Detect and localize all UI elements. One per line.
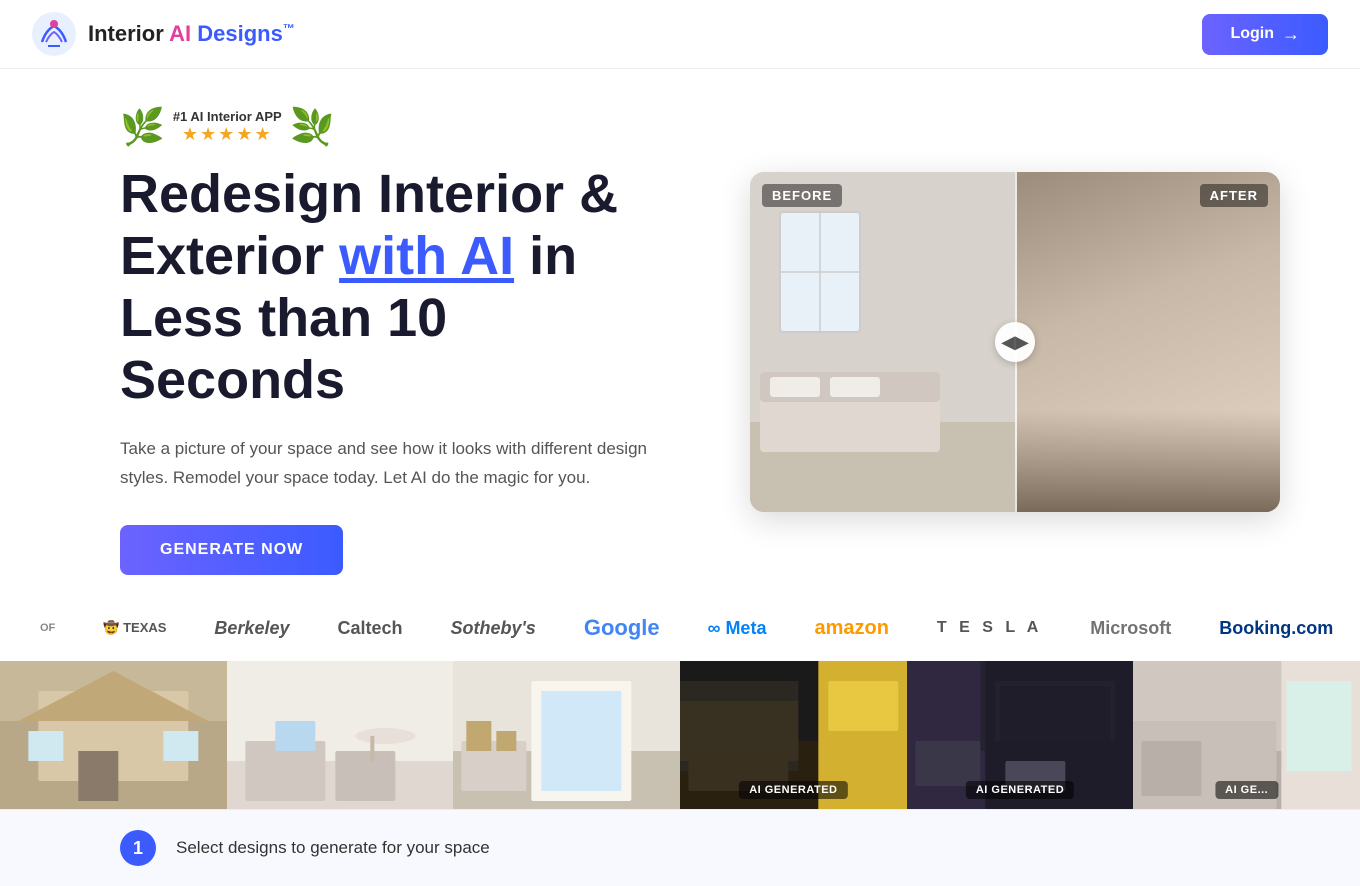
brand-logo-amazon: amazon — [814, 617, 888, 640]
gallery-image-0 — [0, 661, 227, 809]
slider-handle[interactable]: ◀▶ — [995, 322, 1035, 362]
brand-logo-tesla: T E S L A — [937, 619, 1042, 637]
logo-strip-inner: OF 🤠 TEXAS Berkeley Caltech Sotheby's Go… — [40, 615, 1360, 641]
brand-logo-meta: ∞ Meta — [708, 618, 767, 639]
gallery-item-1[interactable] — [227, 661, 454, 809]
gallery-item-3[interactable]: AI GENERATED — [680, 661, 907, 809]
login-button[interactable]: Login → — [1202, 14, 1328, 55]
before-panel — [750, 172, 1015, 512]
gallery-strip: AI GENERATED AI GENERATED — [0, 661, 1360, 809]
brand-logo-booking: Booking.com — [1219, 618, 1333, 639]
step-section: 1 Select designs to generate for your sp… — [0, 809, 1360, 886]
brand-logo-google: Google — [584, 615, 660, 641]
before-image — [750, 172, 1015, 512]
hero-image-area: ◀▶ BEFORE AFTER — [750, 172, 1280, 512]
brand-logo-microsoft: Microsoft — [1090, 618, 1171, 639]
brand-logo-of: OF — [40, 622, 55, 634]
badge-inner: #1 AI Interior APP ★★★★★ — [173, 109, 282, 145]
navbar: Interior AI Designs™ Login → — [0, 0, 1360, 69]
hero-description: Take a picture of your space and see how… — [120, 435, 690, 493]
gallery-item-4[interactable]: AI GENERATED — [907, 661, 1134, 809]
ai-badge-4: AI GENERATED — [966, 781, 1074, 799]
award-badge: 🌿 #1 AI Interior APP ★★★★★ 🌿 — [120, 109, 690, 145]
ai-badge-5: AI GE... — [1215, 781, 1278, 799]
gallery-item-0[interactable] — [0, 661, 227, 809]
step-number: 1 — [120, 830, 156, 866]
hero-section: 🌿 #1 AI Interior APP ★★★★★ 🌿 Redesign In… — [0, 69, 1360, 595]
laurel-left-icon: 🌿 — [120, 109, 165, 145]
ai-badge-3: AI GENERATED — [739, 781, 847, 799]
laurel-right-icon: 🌿 — [290, 109, 335, 145]
generate-now-button[interactable]: GENERATE NOW — [120, 525, 343, 575]
logo-icon — [32, 12, 76, 56]
brand-logo-texas: 🤠 TEXAS — [103, 620, 166, 636]
nav-logo-area: Interior AI Designs™ — [32, 12, 295, 56]
after-panel — [1015, 172, 1280, 512]
hero-heading: Redesign Interior & Exterior with AI in … — [120, 163, 690, 411]
before-label: BEFORE — [762, 184, 842, 207]
gallery-item-5[interactable]: AI GE... — [1133, 661, 1360, 809]
after-label: AFTER — [1200, 184, 1268, 207]
gallery-item-2[interactable] — [453, 661, 680, 809]
gallery-image-2 — [453, 661, 680, 809]
before-after-slider[interactable]: ◀▶ BEFORE AFTER — [750, 172, 1280, 512]
arrow-icon: → — [1282, 24, 1300, 45]
logo-strip: OF 🤠 TEXAS Berkeley Caltech Sotheby's Go… — [0, 595, 1360, 661]
logo-text: Interior AI Designs™ — [88, 21, 295, 47]
step-text: Select designs to generate for your spac… — [176, 838, 490, 858]
gallery-image-1 — [227, 661, 454, 809]
brand-logo-sothebys: Sotheby's — [451, 618, 536, 639]
after-image — [1015, 172, 1280, 512]
brand-logo-caltech: Caltech — [337, 618, 402, 639]
brand-logo-berkeley: Berkeley — [214, 618, 289, 639]
hero-content: 🌿 #1 AI Interior APP ★★★★★ 🌿 Redesign In… — [120, 109, 690, 575]
